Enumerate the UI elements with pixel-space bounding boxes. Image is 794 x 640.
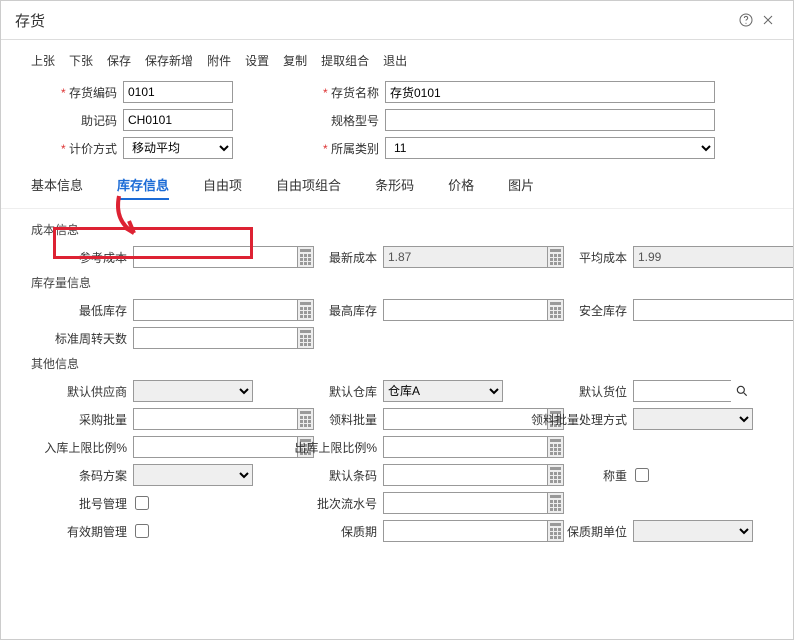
serial-input[interactable]: [383, 492, 547, 514]
mnemonic-label: 助记码: [31, 112, 123, 129]
avg-cost-label: 平均成本: [531, 249, 633, 266]
min-stock-label: 最低库存: [31, 302, 133, 319]
toolbar-copy[interactable]: 复制: [283, 52, 307, 69]
issue-batch-mode-label: 领料批量处理方式: [531, 411, 633, 428]
spec-input[interactable]: [385, 109, 715, 131]
toolbar-next[interactable]: 下张: [69, 52, 93, 69]
purchase-batch-label: 采购批量: [31, 411, 133, 428]
min-stock-input[interactable]: [133, 299, 297, 321]
mnemonic-input[interactable]: [123, 109, 233, 131]
help-icon[interactable]: [735, 9, 757, 31]
barcode-scheme-select[interactable]: [133, 464, 253, 486]
turnover-label: 标准周转天数: [31, 330, 133, 347]
shelflife-label: 保质期: [281, 523, 383, 540]
issue-batch-input[interactable]: [383, 408, 547, 430]
avg-cost-input: [633, 246, 793, 268]
default-barcode-input[interactable]: [383, 464, 547, 486]
issue-batch-label: 领料批量: [281, 411, 383, 428]
barcode-scheme-label: 条码方案: [31, 467, 133, 484]
warehouse-select[interactable]: 仓库A: [383, 380, 503, 402]
toolbar-exit[interactable]: 退出: [383, 52, 407, 69]
category-label: 所属类别: [293, 140, 385, 157]
tab-free-combo[interactable]: 自由项组合: [276, 175, 341, 200]
out-upper-input[interactable]: [383, 436, 547, 458]
tab-barcode[interactable]: 条形码: [375, 175, 414, 200]
turnover-input[interactable]: [133, 327, 297, 349]
in-upper-input[interactable]: [133, 436, 297, 458]
lot-label: 批号管理: [31, 495, 133, 512]
safe-stock-input[interactable]: [633, 299, 793, 321]
purchase-batch-input[interactable]: [133, 408, 297, 430]
category-select[interactable]: 11: [385, 137, 715, 159]
shelflife-unit-label: 保质期单位: [531, 523, 633, 540]
tab-image[interactable]: 图片: [508, 175, 534, 200]
tab-price[interactable]: 价格: [448, 175, 474, 200]
weigh-label: 称重: [531, 467, 633, 484]
titlebar: 存货: [1, 1, 793, 40]
toolbar-save-new[interactable]: 保存新增: [145, 52, 193, 69]
form-header: 存货编码 存货名称 助记码 规格型号 计价方式移动平均 所属类别11: [1, 77, 793, 165]
issue-batch-mode-select[interactable]: [633, 408, 753, 430]
calculator-icon[interactable]: [547, 436, 564, 458]
supplier-label: 默认供应商: [31, 383, 133, 400]
expiry-checkbox[interactable]: [135, 524, 149, 538]
max-stock-label: 最高库存: [281, 302, 383, 319]
slot-input[interactable]: [633, 380, 731, 402]
window-title: 存货: [15, 10, 735, 31]
warehouse-label: 默认仓库: [281, 383, 383, 400]
toolbar-save[interactable]: 保存: [107, 52, 131, 69]
default-barcode-label: 默认条码: [281, 467, 383, 484]
close-icon[interactable]: [757, 9, 779, 31]
shelflife-unit-select[interactable]: [633, 520, 753, 542]
toolbar-attach[interactable]: 附件: [207, 52, 231, 69]
valuation-label: 计价方式: [31, 140, 123, 157]
toolbar-extract[interactable]: 提取组合: [321, 52, 369, 69]
serial-label: 批次流水号: [281, 495, 383, 512]
ref-cost-input[interactable]: [133, 246, 297, 268]
calculator-icon[interactable]: [297, 327, 314, 349]
safe-stock-label: 安全库存: [531, 302, 633, 319]
calculator-icon[interactable]: [547, 492, 564, 514]
lot-checkbox[interactable]: [135, 496, 149, 510]
in-upper-label: 入库上限比例%: [31, 439, 133, 456]
slot-label: 默认货位: [531, 383, 633, 400]
tab-basic[interactable]: 基本信息: [31, 175, 83, 200]
weigh-checkbox[interactable]: [635, 468, 649, 482]
code-input[interactable]: [123, 81, 233, 103]
window: 存货 上张 下张 保存 保存新增 附件 设置 复制 提取组合 退出 存货编码 存…: [0, 0, 794, 640]
search-icon[interactable]: [731, 380, 753, 402]
out-upper-label: 出库上限比例%: [281, 439, 383, 456]
toolbar-prev[interactable]: 上张: [31, 52, 55, 69]
section-stock: 库存量信息: [31, 274, 763, 291]
name-label: 存货名称: [293, 84, 385, 101]
section-cost: 成本信息: [31, 221, 763, 238]
code-label: 存货编码: [31, 84, 123, 101]
valuation-select[interactable]: 移动平均: [123, 137, 233, 159]
spec-label: 规格型号: [293, 112, 385, 129]
latest-cost-input: [383, 246, 547, 268]
expiry-label: 有效期管理: [31, 523, 133, 540]
latest-cost-label: 最新成本: [281, 249, 383, 266]
toolbar-settings[interactable]: 设置: [245, 52, 269, 69]
tab-stock[interactable]: 库存信息: [117, 175, 169, 200]
shelflife-input[interactable]: [383, 520, 547, 542]
name-input[interactable]: [385, 81, 715, 103]
max-stock-input[interactable]: [383, 299, 547, 321]
section-other: 其他信息: [31, 355, 763, 372]
ref-cost-label: 参考成本: [31, 249, 133, 266]
toolbar: 上张 下张 保存 保存新增 附件 设置 复制 提取组合 退出: [1, 40, 793, 77]
tabs: 基本信息 库存信息 自由项 自由项组合 条形码 价格 图片: [1, 165, 793, 209]
tab-free[interactable]: 自由项: [203, 175, 242, 200]
tab-body: 成本信息 参考成本 最新成本 平均成本 库存量信息 最低库存 最高库存 安全库存…: [1, 209, 793, 639]
supplier-select[interactable]: [133, 380, 253, 402]
